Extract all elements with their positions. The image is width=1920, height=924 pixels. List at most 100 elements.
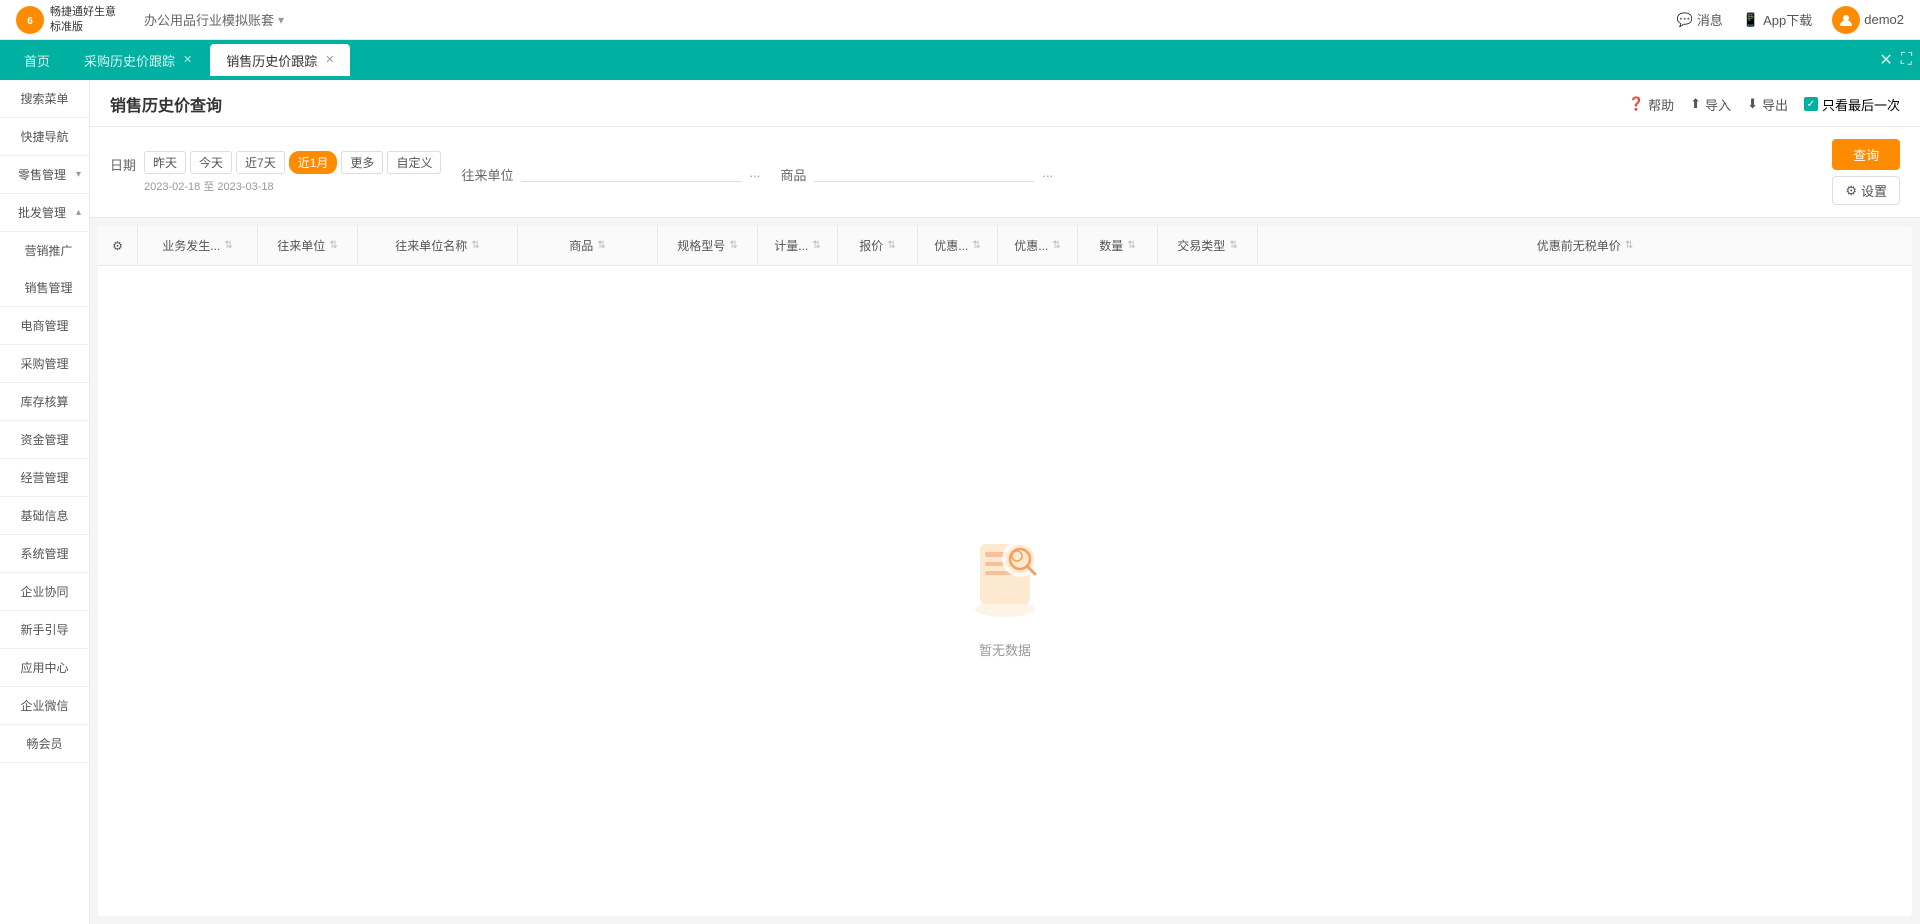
app-download-action[interactable]: 📱 App下载 bbox=[1743, 10, 1812, 29]
tab-close-all-icon[interactable]: ✕ bbox=[1879, 50, 1892, 70]
sidebar-item-marketing[interactable]: 营销推广 bbox=[16, 232, 89, 269]
col-gear[interactable]: ⚙ bbox=[98, 226, 138, 265]
sidebar-item-basic-info[interactable]: 基础信息 bbox=[0, 497, 89, 535]
help-action[interactable]: ❓ 帮助 bbox=[1628, 95, 1674, 114]
avatar bbox=[1832, 6, 1860, 34]
sidebar-item-inventory[interactable]: 库存核算 bbox=[0, 383, 89, 421]
empty-illustration bbox=[955, 524, 1055, 624]
col-tax-price[interactable]: 优惠前无税单价 ⇅ bbox=[1258, 226, 1912, 265]
col-qty[interactable]: 数量 ⇅ bbox=[1078, 226, 1158, 265]
expand-icon: ▾ bbox=[76, 169, 81, 180]
message-icon: 💬 bbox=[1677, 12, 1693, 28]
sidebar-item-enterprise-wechat[interactable]: 企业微信 bbox=[0, 687, 89, 725]
col-partner-name[interactable]: 往来单位名称 ⇅ bbox=[358, 226, 518, 265]
sidebar-item-retail-mgmt[interactable]: 零售管理 ▾ bbox=[0, 156, 89, 194]
gear-icon: ⚙ bbox=[112, 239, 123, 253]
page-actions: ❓ 帮助 ⬆ 导入 ⬇ 导出 ✓ 只看最后一次 bbox=[1628, 95, 1900, 114]
sidebar-item-system[interactable]: 系统管理 bbox=[0, 535, 89, 573]
date-range-display: 2023-02-18 至 2023-03-18 bbox=[144, 178, 441, 194]
sort-icon: ⇅ bbox=[812, 240, 820, 251]
tab-home[interactable]: 首页 bbox=[8, 44, 66, 76]
date-btn-custom[interactable]: 自定义 bbox=[387, 151, 441, 174]
sidebar-item-wholesale-mgmt[interactable]: 批发管理 ▴ bbox=[0, 194, 89, 232]
date-label: 日期 bbox=[110, 151, 136, 174]
table-header: ⚙ 业务发生... ⇅ 往来单位 ⇅ 往来单位名称 ⇅ 商品 ⇅ bbox=[98, 226, 1912, 266]
tab-sales-history-label: 销售历史价跟踪 bbox=[226, 51, 317, 70]
import-action[interactable]: ⬆ 导入 bbox=[1690, 95, 1731, 114]
settings-icon: ⚙ bbox=[1845, 183, 1857, 199]
col-biz-date[interactable]: 业务发生... ⇅ bbox=[138, 226, 258, 265]
export-action[interactable]: ⬇ 导出 bbox=[1747, 95, 1788, 114]
page-title-row: 销售历史价查询 ❓ 帮助 ⬆ 导入 ⬇ 导出 ✓ bbox=[110, 92, 1900, 126]
partner-filter-group: 往来单位 ... bbox=[461, 161, 760, 184]
sort-icon: ⇅ bbox=[887, 240, 895, 251]
tab-purchase-history-close[interactable]: ✕ bbox=[183, 55, 192, 66]
sort-icon: ⇅ bbox=[1052, 240, 1060, 251]
tab-bar: 首页 采购历史价跟踪 ✕ 销售历史价跟踪 ✕ ✕ ⛶ bbox=[0, 40, 1920, 80]
sort-icon: ⇅ bbox=[972, 240, 980, 251]
sidebar-item-app-center[interactable]: 应用中心 bbox=[0, 649, 89, 687]
tab-sales-history-close[interactable]: ✕ bbox=[325, 55, 334, 66]
table-area: ⚙ 业务发生... ⇅ 往来单位 ⇅ 往来单位名称 ⇅ 商品 ⇅ bbox=[98, 226, 1912, 916]
col-spec[interactable]: 规格型号 ⇅ bbox=[658, 226, 758, 265]
date-btn-7days[interactable]: 近7天 bbox=[236, 151, 285, 174]
tab-fullscreen-icon[interactable]: ⛶ bbox=[1901, 51, 1912, 69]
expand-icon: ▴ bbox=[76, 207, 81, 218]
col-discount2[interactable]: 优惠... ⇅ bbox=[998, 226, 1078, 265]
message-action[interactable]: 💬 消息 bbox=[1677, 10, 1723, 29]
col-partner-code[interactable]: 往来单位 ⇅ bbox=[258, 226, 358, 265]
tab-home-label: 首页 bbox=[24, 51, 50, 70]
product-input[interactable] bbox=[814, 162, 1034, 182]
sort-icon: ⇅ bbox=[729, 240, 737, 251]
sort-icon: ⇅ bbox=[329, 240, 337, 251]
sidebar-item-finance[interactable]: 资金管理 bbox=[0, 421, 89, 459]
partner-dots[interactable]: ... bbox=[749, 165, 760, 180]
sidebar-item-new-guide[interactable]: 新手引导 bbox=[0, 611, 89, 649]
sidebar-item-ecommerce[interactable]: 电商管理 bbox=[0, 307, 89, 345]
query-button[interactable]: 查询 bbox=[1832, 139, 1900, 170]
logo-area: 6 畅捷通好生意 标准版 bbox=[16, 5, 116, 34]
sidebar-item-operations[interactable]: 经营管理 bbox=[0, 459, 89, 497]
sort-icon: ⇅ bbox=[597, 240, 605, 251]
col-discount1[interactable]: 优惠... ⇅ bbox=[918, 226, 998, 265]
tab-sales-history[interactable]: 销售历史价跟踪 ✕ bbox=[210, 44, 350, 76]
filter-bar: 日期 昨天 今天 近7天 近1月 更多 自定义 2023-02-18 至 202… bbox=[90, 127, 1920, 218]
date-filter-group: 日期 昨天 今天 近7天 近1月 更多 自定义 2023-02-18 至 202… bbox=[110, 151, 441, 194]
sidebar-item-search-menu[interactable]: 搜索菜单 bbox=[0, 80, 89, 118]
sidebar-item-enterprise-collab[interactable]: 企业协同 bbox=[0, 573, 89, 611]
header-left: 6 畅捷通好生意 标准版 办公用品行业模拟账套 ▾ bbox=[16, 5, 284, 34]
breadcrumb: 办公用品行业模拟账套 ▾ bbox=[144, 10, 284, 29]
help-icon: ❓ bbox=[1628, 96, 1644, 112]
settings-button[interactable]: ⚙ 设置 bbox=[1832, 176, 1900, 205]
tab-bar-actions: ✕ ⛶ bbox=[1879, 50, 1912, 70]
user-action[interactable]: demo2 bbox=[1832, 6, 1904, 34]
sidebar: 搜索菜单 快捷导航 零售管理 ▾ 批发管理 ▴ 营销推广 销售管理 电商管理 采… bbox=[0, 80, 90, 924]
sidebar-item-sales-mgmt[interactable]: 销售管理 bbox=[16, 269, 89, 306]
col-unit[interactable]: 计量... ⇅ bbox=[758, 226, 838, 265]
export-icon: ⬇ bbox=[1747, 96, 1758, 112]
only-last-checkbox[interactable]: ✓ 只看最后一次 bbox=[1804, 95, 1900, 114]
sort-icon: ⇅ bbox=[1229, 240, 1237, 251]
col-trans-type[interactable]: 交易类型 ⇅ bbox=[1158, 226, 1258, 265]
empty-state: 暂无数据 bbox=[98, 266, 1912, 916]
checkbox-icon: ✓ bbox=[1804, 97, 1818, 111]
sidebar-item-purchase-mgmt[interactable]: 采购管理 bbox=[0, 345, 89, 383]
phone-icon: 📱 bbox=[1743, 12, 1759, 28]
sidebar-item-quick-nav[interactable]: 快捷导航 bbox=[0, 118, 89, 156]
col-product[interactable]: 商品 ⇅ bbox=[518, 226, 658, 265]
import-icon: ⬆ bbox=[1690, 96, 1701, 112]
date-btn-more[interactable]: 更多 bbox=[341, 151, 383, 174]
partner-input[interactable] bbox=[521, 162, 741, 182]
sort-icon: ⇅ bbox=[1625, 240, 1633, 251]
date-btn-yesterday[interactable]: 昨天 bbox=[144, 151, 186, 174]
sort-icon: ⇅ bbox=[224, 240, 232, 251]
page-header: 销售历史价查询 ❓ 帮助 ⬆ 导入 ⬇ 导出 ✓ bbox=[90, 80, 1920, 127]
tab-purchase-history[interactable]: 采购历史价跟踪 ✕ bbox=[68, 44, 208, 76]
logo-icon: 6 bbox=[16, 6, 44, 34]
date-btn-today[interactable]: 今天 bbox=[190, 151, 232, 174]
header-right: 💬 消息 📱 App下载 demo2 bbox=[1677, 6, 1904, 34]
col-price[interactable]: 报价 ⇅ bbox=[838, 226, 918, 265]
sidebar-item-member[interactable]: 畅会员 bbox=[0, 725, 89, 763]
date-btn-1month[interactable]: 近1月 bbox=[289, 151, 338, 174]
product-dots[interactable]: ... bbox=[1042, 165, 1053, 180]
